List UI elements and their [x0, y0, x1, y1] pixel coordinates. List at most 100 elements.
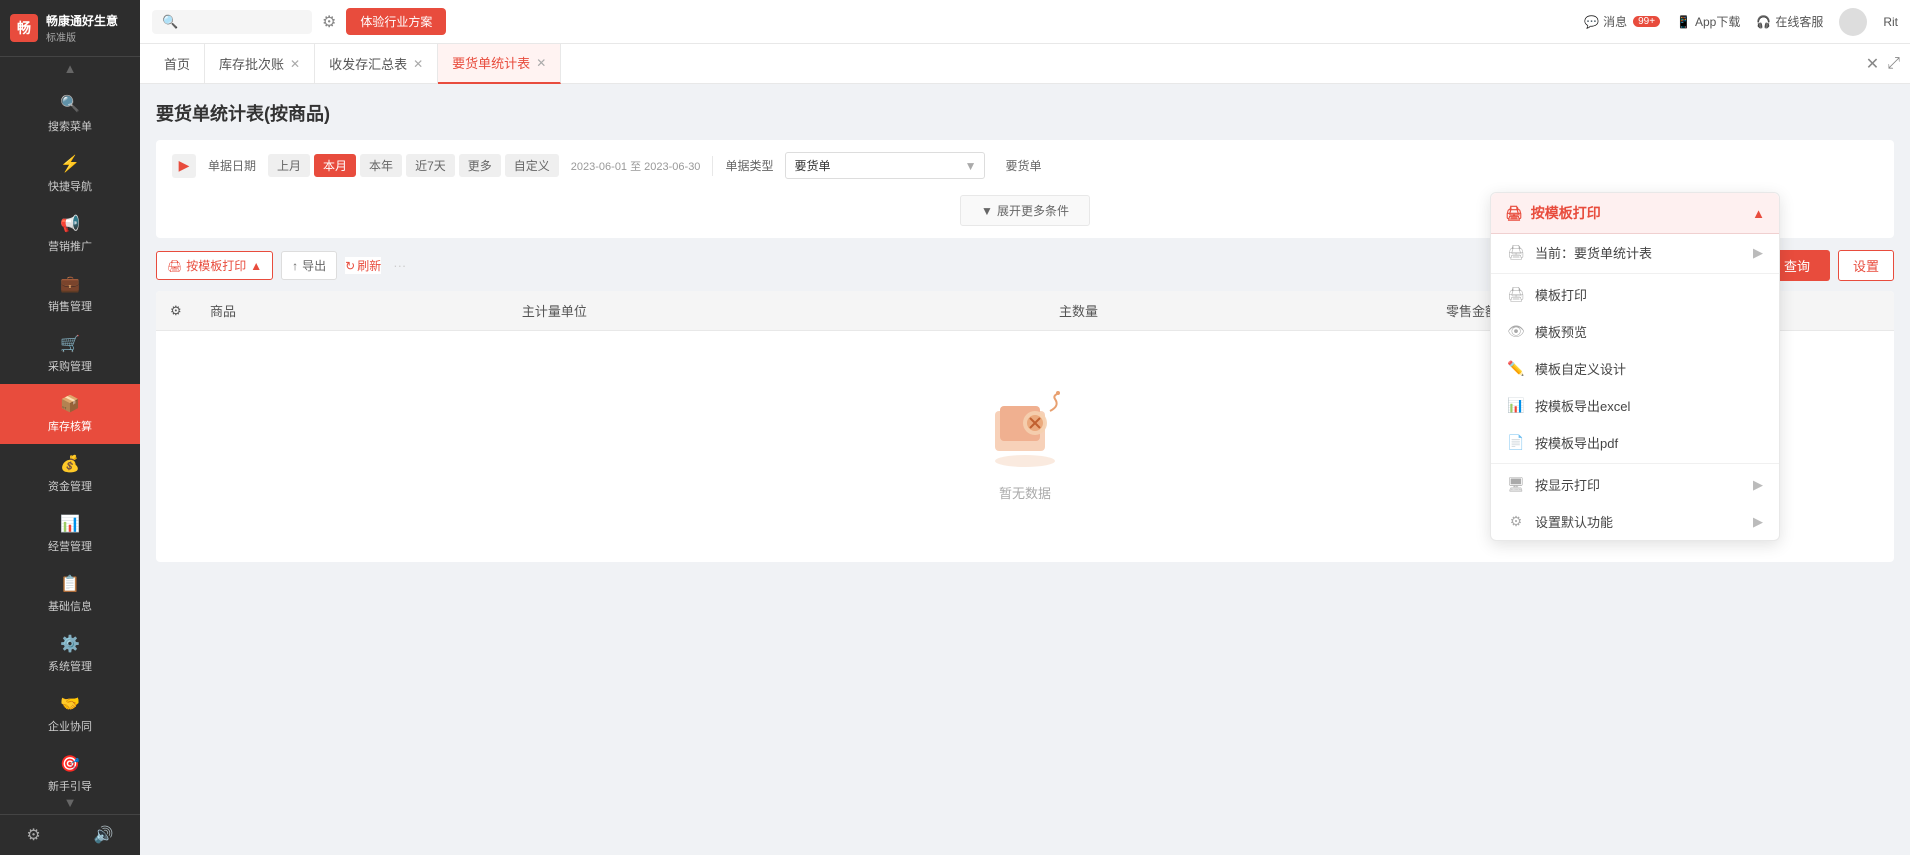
- search-input[interactable]: [184, 15, 284, 29]
- export-icon: ↑: [292, 259, 298, 273]
- sidebar-item-finance[interactable]: 💰 资金管理: [0, 444, 140, 504]
- trial-button[interactable]: 体验行业方案: [346, 8, 446, 35]
- chevron-right-icon: ▶: [1753, 245, 1763, 261]
- dropdown-item-template-preview[interactable]: 👁 模板预览: [1491, 313, 1779, 350]
- app-download-button[interactable]: 📱 App下载: [1676, 13, 1740, 30]
- speaker-icon[interactable]: 🔊: [94, 825, 114, 845]
- date-range-text: 2023-06-01 至 2023-06-30: [571, 158, 701, 174]
- sidebar-item-guide[interactable]: 🎯 新手引导: [0, 744, 140, 791]
- expand-more-button[interactable]: ▼ 展开更多条件: [960, 195, 1090, 226]
- order-type-label: 要货单: [1005, 157, 1041, 174]
- sidebar-item-label: 销售管理: [48, 298, 92, 314]
- download-icon: 📱: [1676, 15, 1691, 29]
- sidebar-item-label: 经营管理: [48, 538, 92, 554]
- tab-inventory-batch[interactable]: 库存批次账 ✕: [205, 44, 315, 84]
- topbar-search-box[interactable]: 🔍: [152, 10, 312, 34]
- dropdown-item-label: 按模板导出pdf: [1535, 433, 1618, 452]
- dropdown-divider-2: [1491, 463, 1779, 464]
- pdf-item-icon: 📄: [1507, 434, 1525, 451]
- date-btn-this-month[interactable]: 本月: [314, 154, 356, 177]
- sidebar-scroll-up[interactable]: ▲: [0, 57, 140, 80]
- sidebar-scroll-down[interactable]: ▼: [0, 791, 140, 814]
- date-btn-this-year[interactable]: 本年: [360, 154, 402, 177]
- search-icon: 🔍: [162, 14, 178, 30]
- message-button[interactable]: 💬 消息 99+: [1584, 13, 1660, 30]
- sidebar-item-label: 新手引导: [48, 778, 92, 791]
- dropdown-item-label: 设置默认功能: [1535, 512, 1613, 531]
- guide-nav-icon: 🎯: [60, 754, 80, 774]
- dropdown-item-export-excel[interactable]: 📊 按模板导出excel: [1491, 387, 1779, 424]
- settings-table-icon[interactable]: ⚙: [170, 303, 182, 318]
- sidebar-item-inventory[interactable]: 📦 库存核算: [0, 384, 140, 444]
- chevron-right-icon-2: ▶: [1753, 477, 1763, 493]
- dropdown-item-set-default[interactable]: ⚙ 设置默认功能 ▶: [1491, 503, 1779, 540]
- logo-icon: 畅: [10, 14, 38, 42]
- message-icon: 💬: [1584, 15, 1599, 29]
- gear-item-icon: ⚙: [1507, 513, 1525, 530]
- base-nav-icon: 📋: [60, 574, 80, 594]
- topbar: 🔍 ⚙ 体验行业方案 💬 消息 99+ 📱 App下载 🎧 在线客服 Rit: [140, 0, 1910, 44]
- settings-icon[interactable]: ⚙: [26, 825, 40, 845]
- excel-item-icon: 📊: [1507, 397, 1525, 414]
- dropdown-item-label: 模板打印: [1535, 285, 1587, 304]
- setting-button[interactable]: 设置: [1838, 250, 1894, 281]
- sidebar-item-search[interactable]: 🔍 搜索菜单: [0, 84, 140, 144]
- online-service-button[interactable]: 🎧 在线客服: [1756, 13, 1823, 30]
- dropdown-item-current[interactable]: 🖨 当前：要货单统计表 ▶: [1491, 234, 1779, 271]
- headset-icon: 🎧: [1756, 15, 1771, 29]
- date-btn-more[interactable]: 更多: [459, 154, 501, 177]
- sidebar-item-label: 系统管理: [48, 658, 92, 674]
- tab-inventory-batch-close[interactable]: ✕: [290, 57, 300, 71]
- gear-icon[interactable]: ⚙: [322, 12, 336, 32]
- sidebar-item-marketing[interactable]: 📢 营销推广: [0, 204, 140, 264]
- action-bar-left: 🖨 按模板打印 ▲ ↑ 导出 ↻ 刷新 ···: [156, 251, 410, 280]
- tab-collect-summary[interactable]: 收发存汇总表 ✕: [315, 44, 438, 84]
- tab-order-stats[interactable]: 要货单统计表 ✕: [438, 44, 561, 84]
- tab-order-stats-close[interactable]: ✕: [536, 56, 546, 70]
- dropdown-item-display-left: 🖥 按显示打印: [1507, 475, 1600, 494]
- filter-expand-icon[interactable]: ▶: [172, 154, 196, 178]
- th-qty: 主数量: [1045, 291, 1432, 331]
- page-title: 要货单统计表(按商品): [156, 100, 1894, 126]
- chevron-right-icon-3: ▶: [1753, 514, 1763, 530]
- dropdown-item-display-print[interactable]: 🖥 按显示打印 ▶: [1491, 466, 1779, 503]
- main-content: 🔍 ⚙ 体验行业方案 💬 消息 99+ 📱 App下载 🎧 在线客服 Rit: [140, 0, 1910, 855]
- date-btn-custom[interactable]: 自定义: [505, 154, 559, 177]
- tab-home[interactable]: 首页: [150, 44, 205, 84]
- refresh-button[interactable]: ↻ 刷新: [345, 257, 381, 274]
- print-button[interactable]: 🖨 按模板打印 ▲: [156, 251, 273, 280]
- tab-order-stats-label: 要货单统计表: [452, 53, 530, 72]
- avatar[interactable]: [1839, 8, 1867, 36]
- th-check: ⚙: [156, 291, 196, 331]
- marketing-nav-icon: 📢: [60, 214, 80, 234]
- sidebar-item-operation[interactable]: 📊 经营管理: [0, 504, 140, 564]
- tab-expand-button[interactable]: ⤢: [1887, 55, 1900, 73]
- dropdown-item-template-print[interactable]: 🖨 模板打印: [1491, 276, 1779, 313]
- date-group: 上月 本月 本年 近7天 更多 自定义: [268, 154, 559, 177]
- date-btn-7days[interactable]: 近7天: [406, 154, 455, 177]
- sidebar-item-purchase[interactable]: 🛒 采购管理: [0, 324, 140, 384]
- sidebar-item-label: 快捷导航: [48, 178, 92, 194]
- refresh-icon: ↻: [345, 259, 355, 273]
- sidebar: 畅 畅康通好生意 标准版 ▲ 🔍 搜索菜单 ⚡ 快捷导航 📢 营销推广 💼 销售…: [0, 0, 140, 855]
- dropdown-item-label: 模板预览: [1535, 322, 1587, 341]
- date-btn-last-month[interactable]: 上月: [268, 154, 310, 177]
- search-nav-icon: 🔍: [60, 94, 80, 114]
- export-button[interactable]: ↑ 导出: [281, 251, 337, 280]
- dropdown-chevron-up-icon[interactable]: ▲: [1752, 206, 1765, 221]
- sidebar-item-shortcut[interactable]: ⚡ 快捷导航: [0, 144, 140, 204]
- user-name: Rit: [1883, 15, 1898, 29]
- tab-collect-summary-close[interactable]: ✕: [413, 57, 423, 71]
- sidebar-item-corp[interactable]: 🤝 企业协同: [0, 684, 140, 744]
- tab-inventory-batch-label: 库存批次账: [219, 54, 284, 73]
- dropdown-item-default-left: ⚙ 设置默认功能: [1507, 512, 1613, 531]
- dropdown-current-label: 当前：要货单统计表: [1535, 243, 1652, 262]
- type-filter-select[interactable]: 要货单 ▼: [785, 152, 985, 179]
- sidebar-item-system[interactable]: ⚙️ 系统管理: [0, 624, 140, 684]
- dropdown-item-export-pdf[interactable]: 📄 按模板导出pdf: [1491, 424, 1779, 461]
- sidebar-item-sales[interactable]: 💼 销售管理: [0, 264, 140, 324]
- tab-close-all-button[interactable]: ✕: [1866, 54, 1879, 74]
- sidebar-item-base[interactable]: 📋 基础信息: [0, 564, 140, 624]
- app-logo: 畅 畅康通好生意 标准版: [0, 0, 140, 57]
- dropdown-item-template-design[interactable]: ✏️ 模板自定义设计: [1491, 350, 1779, 387]
